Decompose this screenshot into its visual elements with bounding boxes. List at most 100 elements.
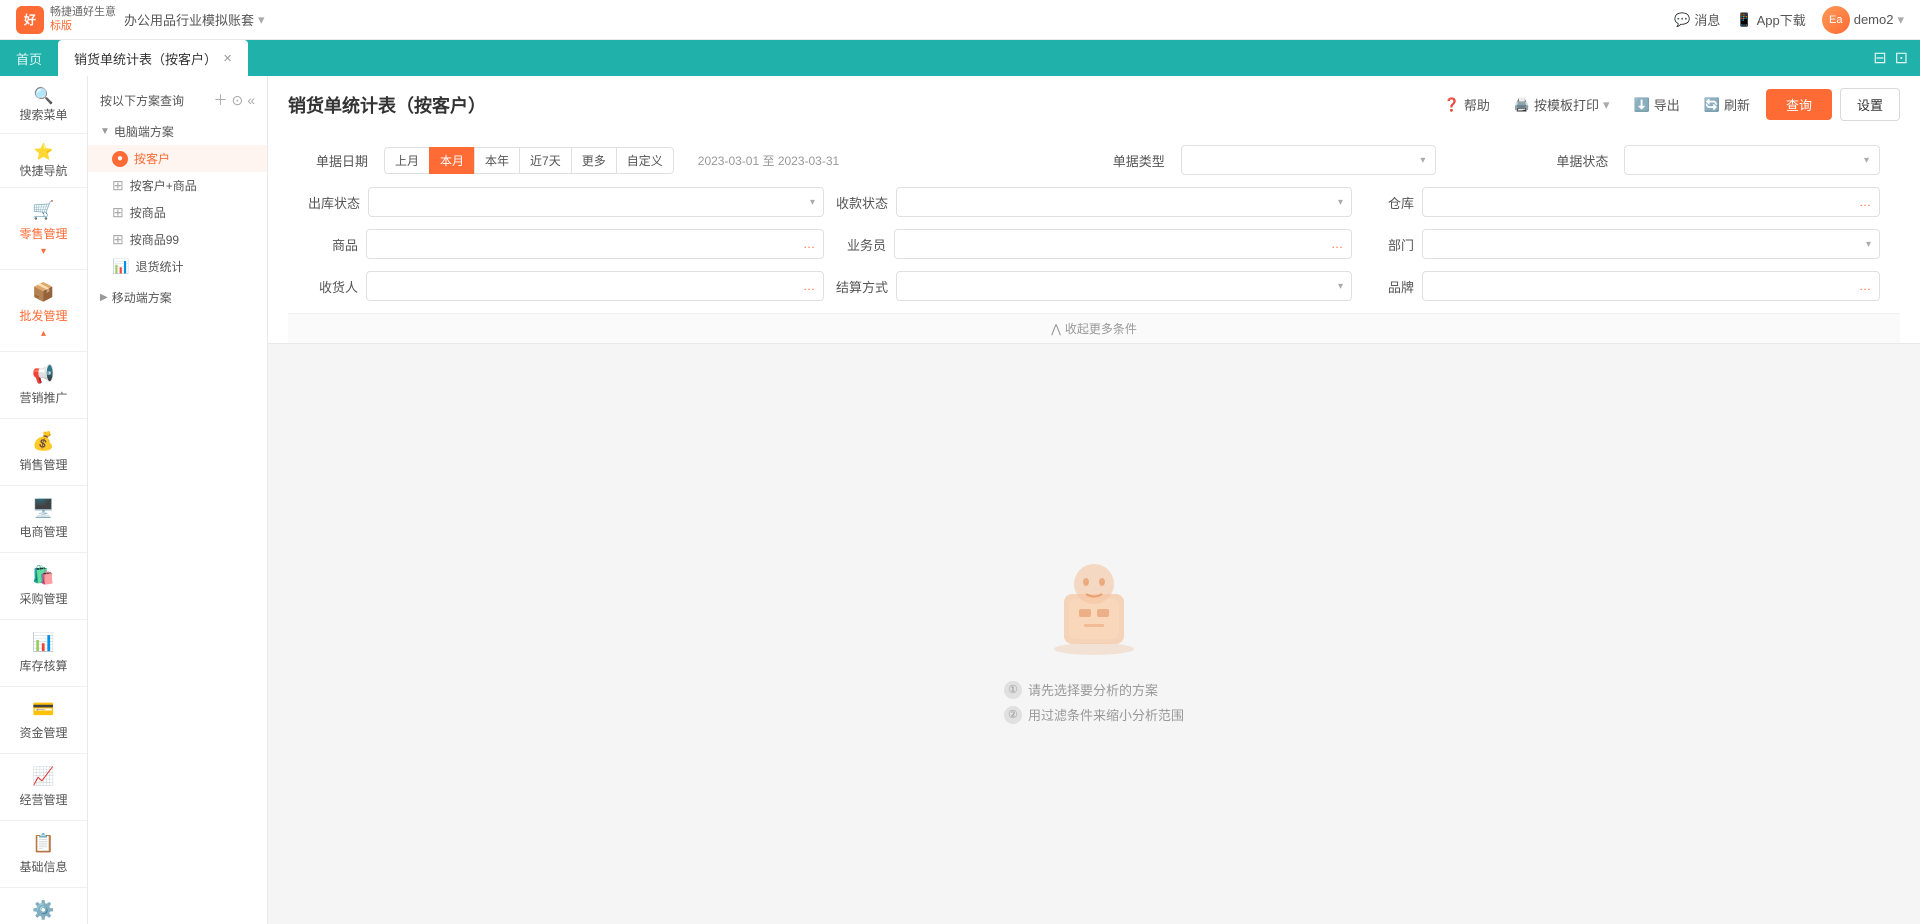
filter-brand: 品牌 … — [1364, 271, 1880, 301]
query-button[interactable]: 查询 — [1766, 89, 1832, 120]
sidebar-item-system[interactable]: ⚙️ 系统管理 — [0, 888, 87, 924]
dept-select[interactable]: ▾ — [1422, 229, 1880, 259]
help-icon: ❓ — [1444, 97, 1460, 113]
scheme-item-by-goods[interactable]: ⊞ 按商品 — [88, 199, 267, 226]
sidebar-item-operation[interactable]: 📈 经营管理 — [0, 754, 87, 821]
collapse-scheme-button[interactable]: « — [247, 92, 255, 108]
message-icon: 💬 — [1674, 12, 1690, 28]
date-btn-lastmonth[interactable]: 上月 — [384, 147, 429, 174]
app-download-action[interactable]: 📱 App下载 — [1736, 10, 1805, 29]
hint-num-1: ① — [1004, 681, 1022, 699]
filter-paymethod: 结算方式 ▾ — [836, 271, 1352, 301]
scheme-group-mobile: ▶ 移动端方案 — [88, 282, 267, 313]
top-header: 好 畅捷通好生意 标版 办公用品行业模拟账套 ▾ 💬 消息 📱 App下载 Ea… — [0, 0, 1920, 40]
paymethod-select[interactable]: ▾ — [896, 271, 1352, 301]
scheme-item-by-goods-99[interactable]: ⊞ 按商品99 — [88, 226, 267, 253]
report-title-row: 销货单统计表（按客户） ❓ 帮助 🖨️ 按模板打印 ▾ ⬇️ — [288, 88, 1900, 121]
empty-hints: ① 请先选择要分析的方案 ② 用过滤条件来缩小分析范围 — [1004, 680, 1184, 724]
date-range-text: 2023-03-01 至 2023-03-31 — [698, 152, 839, 169]
operation-icon: 📈 — [32, 766, 54, 787]
logo-text: 畅捷通好生意 标版 — [50, 6, 116, 32]
scheme-panel: 按以下方案查询 ＋ ⊙ « ▼ 电脑端方案 ● 按客户 ⊞ 按客户 — [88, 76, 268, 924]
sidebar-search[interactable]: 🔍 搜索菜单 — [0, 76, 87, 134]
phone-icon: 📱 — [1736, 12, 1752, 28]
brand-select[interactable]: … — [1422, 271, 1880, 301]
sidebar-item-inventory[interactable]: 📊 库存核算 — [0, 620, 87, 687]
dept-chevron: ▾ — [1866, 239, 1871, 250]
filter-row-3: 商品 … 业务员 … — [308, 229, 1880, 259]
receipt-status-select[interactable]: ▾ — [896, 187, 1352, 217]
collapse-icon: ⋀ — [1051, 322, 1061, 336]
salesperson-ellipsis: … — [1331, 237, 1343, 251]
settings-scheme-button[interactable]: ⊙ — [231, 92, 243, 109]
export-button[interactable]: ⬇️ 导出 — [1626, 91, 1688, 118]
window-maximize-icon[interactable]: ⊡ — [1895, 48, 1908, 68]
date-btn-thismonth[interactable]: 本月 — [429, 147, 474, 174]
goods-select[interactable]: … — [366, 229, 824, 259]
doc-type-select[interactable]: ▾ — [1181, 145, 1437, 175]
hint-num-2: ② — [1004, 706, 1022, 724]
tab-home[interactable]: 首页 — [0, 40, 58, 76]
scheme-item-by-customer-goods[interactable]: ⊞ 按客户+商品 — [88, 172, 267, 199]
filter-row-4: 收货人 … 结算方式 ▾ — [308, 271, 1880, 301]
sidebar-item-finance[interactable]: 💳 资金管理 — [0, 687, 87, 754]
scheme-group-desktop-title[interactable]: ▼ 电脑端方案 — [88, 118, 267, 145]
filter-salesperson: 业务员 … — [836, 229, 1352, 259]
sidebar-item-marketing[interactable]: 📢 营销推广 — [0, 352, 87, 419]
marketing-icon: 📢 — [32, 364, 54, 385]
group-collapse-icon: ▼ — [100, 126, 110, 137]
receiver-ellipsis: … — [803, 279, 815, 293]
tab-sales-stat[interactable]: 销货单统计表（按客户） ✕ — [58, 40, 248, 76]
sidebar-item-sales[interactable]: 💰 销售管理 — [0, 419, 87, 486]
print-icon: 🖨️ — [1514, 97, 1530, 113]
sidebar-item-purchase[interactable]: 🛍️ 采购管理 — [0, 553, 87, 620]
date-btn-more[interactable]: 更多 — [571, 147, 616, 174]
template-print-button[interactable]: 🖨️ 按模板打印 ▾ — [1506, 91, 1618, 118]
date-btn-custom[interactable]: 自定义 — [616, 147, 674, 174]
sidebar-item-retail[interactable]: 🛒 零售管理 ▾ — [0, 188, 87, 270]
scheme-group-mobile-title[interactable]: ▶ 移动端方案 — [88, 284, 267, 311]
date-btn-group: 上月 本月 本年 近7天 更多 自定义 — [384, 147, 674, 174]
out-status-select[interactable]: ▾ — [368, 187, 824, 217]
tab-close-button[interactable]: ✕ — [223, 52, 232, 65]
date-btn-thisyear[interactable]: 本年 — [474, 147, 519, 174]
system-icon: ⚙️ — [32, 900, 54, 921]
out-status-label: 出库状态 — [308, 193, 360, 212]
doc-status-select[interactable]: ▾ — [1624, 145, 1880, 175]
scheme-panel-header-actions: ＋ ⊙ « — [213, 90, 255, 110]
collapse-more-conditions-button[interactable]: ⋀ 收起更多条件 — [288, 313, 1900, 343]
scheme-item-return-stat[interactable]: 📊 退货统计 — [88, 253, 267, 280]
sidebar-item-ecommerce[interactable]: 🖥️ 电商管理 — [0, 486, 87, 553]
wholesale-icon: 📦 — [32, 282, 54, 303]
settings-button[interactable]: 设置 — [1840, 88, 1900, 121]
receiver-input[interactable]: … — [366, 271, 824, 301]
paymethod-chevron: ▾ — [1338, 281, 1343, 292]
warehouse-ellipsis: … — [1859, 195, 1871, 209]
scheme-group-desktop: ▼ 电脑端方案 ● 按客户 ⊞ 按客户+商品 ⊞ 按商品 ⊞ 按商品99 — [88, 116, 267, 282]
user-action[interactable]: Ea demo2 ▾ — [1822, 6, 1904, 34]
expand-icon: ▾ — [41, 246, 46, 257]
main-layout: 🔍 搜索菜单 ⭐ 快捷导航 🛒 零售管理 ▾ 📦 批发管理 ▴ 📢 营销推广 💰… — [0, 76, 1920, 924]
warehouse-select[interactable]: … — [1422, 187, 1880, 217]
refresh-button[interactable]: 🔄 刷新 — [1696, 91, 1758, 118]
industry-selector[interactable]: 办公用品行业模拟账套 ▾ — [124, 10, 265, 29]
sidebar-nav-shortcut[interactable]: ⭐ 快捷导航 — [0, 134, 87, 188]
message-action[interactable]: 💬 消息 — [1674, 10, 1720, 29]
date-btn-7days[interactable]: 近7天 — [519, 147, 571, 174]
sidebar-item-basic[interactable]: 📋 基础信息 — [0, 821, 87, 888]
help-button[interactable]: ❓ 帮助 — [1436, 91, 1498, 118]
user-chevron-icon: ▾ — [1897, 12, 1904, 28]
salesperson-select[interactable]: … — [894, 229, 1352, 259]
sidebar: 🔍 搜索菜单 ⭐ 快捷导航 🛒 零售管理 ▾ 📦 批发管理 ▴ 📢 营销推广 💰… — [0, 76, 88, 924]
window-minimize-icon[interactable]: ⊟ — [1873, 48, 1886, 68]
logo-area: 好 畅捷通好生意 标版 — [16, 6, 116, 34]
scheme-item-by-customer[interactable]: ● 按客户 — [88, 145, 267, 172]
chevron-down-icon: ▾ — [258, 12, 265, 28]
print-dropdown-icon: ▾ — [1603, 97, 1610, 113]
page-title: 销货单统计表（按客户） — [288, 92, 486, 118]
goods-ellipsis: … — [803, 237, 815, 251]
filter-receipt-status: 收款状态 ▾ — [836, 187, 1352, 217]
doc-type-chevron: ▾ — [1420, 155, 1425, 166]
add-scheme-button[interactable]: ＋ — [213, 90, 227, 110]
sidebar-item-wholesale[interactable]: 📦 批发管理 ▴ — [0, 270, 87, 352]
